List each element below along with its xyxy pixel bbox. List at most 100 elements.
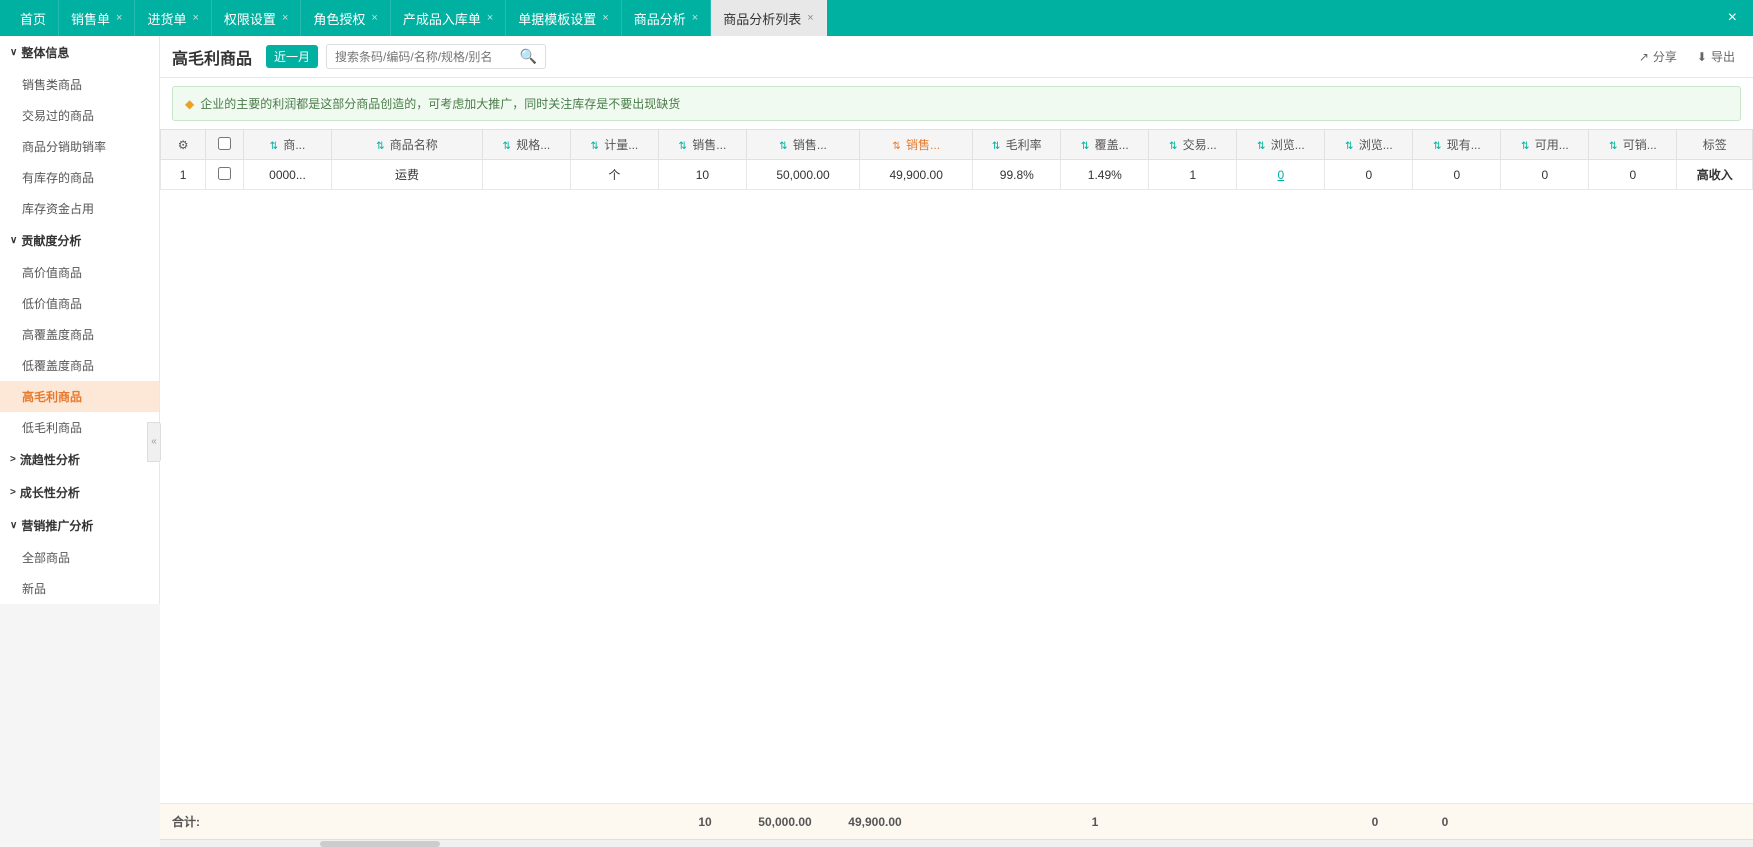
sidebar-section-trend[interactable]: > 流趋性分析 [0,443,159,476]
cell-spec [482,160,570,190]
sort-icon-sales-amount: ⇅ [779,141,787,152]
col-view2[interactable]: ⇅ 浏览... [1325,130,1413,160]
sidebar-item-sales-goods[interactable]: 销售类商品 [0,69,159,100]
col-code[interactable]: ⇅ 商... [243,130,331,160]
nav-goods-analysis[interactable]: 商品分析 × [622,0,711,36]
col-name[interactable]: ⇅ 商品名称 [332,130,483,160]
close-template-settings[interactable]: × [602,12,608,24]
col-stock-current[interactable]: ⇅ 现有... [1413,130,1501,160]
col-unit[interactable]: ⇅ 计量... [570,130,658,160]
sort-icon-stock-available: ⇅ [1521,141,1529,152]
nav-home[interactable]: 首页 [8,0,59,36]
sidebar-item-high-margin[interactable]: 高毛利商品 [0,381,159,412]
footer-sales-qty: 10 [670,815,740,829]
sort-icon-name: ⇅ [376,141,384,152]
sidebar-section-overall[interactable]: ∨ 整体信息 [0,36,159,69]
col-gross-margin[interactable]: ⇅ 毛利率 [973,130,1061,160]
time-filter-button[interactable]: 近一月 [266,45,318,68]
col-sales-profit[interactable]: ⇅ 销售... [860,130,973,160]
cell-stock-saleable: 0 [1589,160,1677,190]
cell-transaction: 1 [1149,160,1237,190]
scroll-thumb[interactable] [320,841,440,847]
sidebar-item-new-goods[interactable]: 新品 [0,573,159,604]
close-roles[interactable]: × [371,12,377,24]
col-stock-saleable[interactable]: ⇅ 可销... [1589,130,1677,160]
cell-sales-amount: 50,000.00 [746,160,859,190]
close-finished-goods[interactable]: × [487,12,493,24]
cell-checkbox[interactable] [206,160,244,190]
col-tag: 标签 [1677,130,1753,160]
arrow-contribution: ∨ [10,235,17,246]
sidebar-item-high-coverage[interactable]: 高覆盖度商品 [0,319,159,350]
nav-purchase-order[interactable]: 进货单 × [135,0,211,36]
cell-code: 0000... [243,160,331,190]
nav-finished-goods[interactable]: 产成品入库单 × [391,0,506,36]
cell-coverage: 1.49% [1061,160,1149,190]
export-button[interactable]: ⬇ 导出 [1691,45,1741,68]
nav-permissions[interactable]: 权限设置 × [212,0,301,36]
col-transaction[interactable]: ⇅ 交易... [1149,130,1237,160]
nav-template-settings[interactable]: 单据模板设置 × [506,0,621,36]
sidebar-item-high-value[interactable]: 高价值商品 [0,257,159,288]
select-all-checkbox[interactable] [218,137,231,150]
nav-sales-order[interactable]: 销售单 × [59,0,135,36]
col-coverage[interactable]: ⇅ 覆盖... [1061,130,1149,160]
arrow-growth: > [10,487,16,498]
sort-icon-unit: ⇅ [591,141,599,152]
col-checkbox[interactable] [206,130,244,160]
horizontal-scrollbar[interactable] [160,839,1753,847]
sidebar-section-contribution[interactable]: ∨ 贡献度分析 [0,224,159,257]
table-header-row: ⚙ ⇅ 商... ⇅ 商品名称 [161,130,1753,160]
table-body: 1 0000... 运费 个 10 50,000.00 49,900.00 99… [161,160,1753,190]
search-icon[interactable]: 🔍 [520,48,537,65]
sidebar-item-all-goods[interactable]: 全部商品 [0,542,159,573]
cell-index: 1 [161,160,206,190]
cell-stock-available: 0 [1501,160,1589,190]
close-permissions[interactable]: × [282,12,288,24]
search-input[interactable] [335,50,520,64]
close-goods-analysis-list[interactable]: × [807,12,813,24]
sidebar-section-marketing[interactable]: ∨ 营销推广分析 [0,509,159,542]
col-stock-available[interactable]: ⇅ 可用... [1501,130,1589,160]
sort-icon-code: ⇅ [270,141,278,152]
sort-icon-transaction: ⇅ [1169,141,1177,152]
nav-roles[interactable]: 角色授权 × [301,0,390,36]
sidebar-item-low-margin[interactable]: 低毛利商品 [0,412,159,443]
close-all-tabs[interactable]: × [1720,9,1745,27]
sort-icon-sales-qty: ⇅ [679,141,687,152]
cell-tag: 高收入 [1677,160,1753,190]
close-goods-analysis[interactable]: × [692,12,698,24]
col-settings[interactable]: ⚙ [161,130,206,160]
col-sales-amount[interactable]: ⇅ 销售... [746,130,859,160]
sidebar-collapse-button[interactable]: « [147,422,161,462]
col-view1[interactable]: ⇅ 浏览... [1237,130,1325,160]
sidebar-item-in-stock[interactable]: 有库存的商品 [0,162,159,193]
export-icon: ⬇ [1697,50,1707,64]
nav-goods-analysis-list[interactable]: 商品分析列表 × [711,0,826,36]
sidebar-item-low-value[interactable]: 低价值商品 [0,288,159,319]
col-spec[interactable]: ⇅ 规格... [482,130,570,160]
footer-total-label: 合计: [172,813,200,830]
sidebar-item-low-coverage[interactable]: 低覆盖度商品 [0,350,159,381]
arrow-marketing: ∨ [10,520,17,531]
cell-sales-qty: 10 [658,160,746,190]
sidebar-item-traded-goods[interactable]: 交易过的商品 [0,100,159,131]
tip-text: 企业的主要的利润都是这部分商品创造的，可考虑加大推广，同时关注库存是不要出现缺货 [200,95,680,112]
close-purchase-order[interactable]: × [192,12,198,24]
data-table: ⚙ ⇅ 商... ⇅ 商品名称 [160,129,1753,190]
sidebar-item-distribution-rate[interactable]: 商品分销助销率 [0,131,159,162]
close-sales-order[interactable]: × [116,12,122,24]
col-sales-qty[interactable]: ⇅ 销售... [658,130,746,160]
footer-sales-profit: 49,900.00 [830,815,920,829]
row-checkbox[interactable] [218,167,231,180]
tip-bar: ◆ 企业的主要的利润都是这部分商品创造的，可考虑加大推广，同时关注库存是不要出现… [172,86,1741,121]
table-wrapper: ⚙ ⇅ 商... ⇅ 商品名称 [160,129,1753,803]
top-navigation: 首页 销售单 × 进货单 × 权限设置 × 角色授权 × 产成品入库单 × 单据… [0,0,1753,36]
arrow-overall: ∨ [10,47,17,58]
sort-icon-sales-profit: ⇅ [892,141,900,152]
sidebar-item-stock-capital[interactable]: 库存资金占用 [0,193,159,224]
sort-icon-view1: ⇅ [1257,141,1265,152]
cell-view1[interactable]: 0 [1237,160,1325,190]
sidebar-section-growth[interactable]: > 成长性分析 [0,476,159,509]
share-button[interactable]: ↗ 分享 [1633,45,1683,68]
